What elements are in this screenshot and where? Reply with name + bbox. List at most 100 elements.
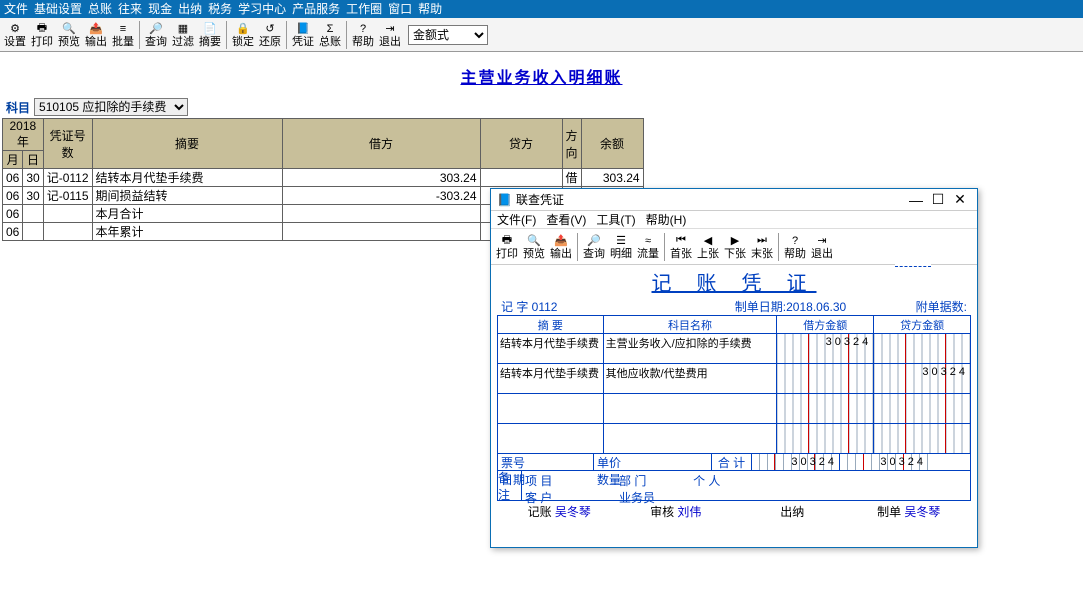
menu-item[interactable]: 出纳 [178, 2, 202, 16]
下张-button[interactable]: ▶下张 [722, 231, 748, 263]
还原-icon: ↺ [262, 22, 278, 36]
remark-label: 备注 [498, 471, 522, 500]
帮助-button[interactable]: ?帮助 [782, 231, 808, 263]
voucher-table: 摘 要 科目名称 借方金额 贷方金额 结转本月代垫手续费主营业务收入/应扣除的手… [497, 315, 971, 454]
toolbar-label: 还原 [259, 36, 281, 48]
toolbar-label: 预览 [58, 36, 80, 48]
style-combo[interactable]: 金额式 [408, 25, 488, 45]
sign-prep-value: 吴冬琴 [904, 505, 940, 519]
toolbar-label: 输出 [550, 248, 572, 260]
separator [577, 233, 578, 261]
流量-button[interactable]: ≈流量 [635, 231, 661, 263]
remark-person: 个 人 [693, 474, 720, 488]
voucher-no: 记 字 0112 [501, 298, 694, 315]
上张-icon: ◀ [700, 234, 716, 248]
打印-button[interactable]: 🖶打印 [29, 19, 55, 51]
锁定-button[interactable]: 🔒锁定 [230, 19, 256, 51]
menu-item[interactable]: 税务 [208, 2, 232, 16]
popup-menu-item[interactable]: 文件(F) [497, 213, 536, 227]
输出-button[interactable]: 📤输出 [83, 19, 109, 51]
vth-summary: 摘 要 [498, 316, 604, 334]
account-select[interactable]: 510105 应扣除的手续费 [34, 98, 188, 116]
col-vno: 凭证号数 [43, 119, 92, 169]
amount-cell [874, 424, 971, 454]
menu-item[interactable]: 学习中心 [238, 2, 286, 16]
menu-item[interactable]: 总账 [88, 2, 112, 16]
上张-button[interactable]: ◀上张 [695, 231, 721, 263]
vth-debit: 借方金额 [777, 316, 874, 334]
打印-button[interactable]: 🖶打印 [494, 231, 520, 263]
toolbar-label: 锁定 [232, 36, 254, 48]
popup-menubar[interactable]: 文件(F) 查看(V) 工具(T) 帮助(H) [491, 211, 977, 229]
查询-icon: 🔎 [586, 234, 602, 248]
末张-button[interactable]: ⏭末张 [749, 231, 775, 263]
总账-button[interactable]: Σ总账 [317, 19, 343, 51]
maximize-button[interactable]: ☐ [927, 191, 949, 208]
menu-item[interactable]: 产品服务 [292, 2, 340, 16]
预览-icon: 🔍 [526, 234, 542, 248]
voucher-row[interactable]: 结转本月代垫手续费主营业务收入/应扣除的手续费30324 [498, 334, 971, 364]
menu-item[interactable]: 工作圈 [346, 2, 382, 16]
批量-button[interactable]: ≡批量 [110, 19, 136, 51]
menu-item[interactable]: 往来 [118, 2, 142, 16]
还原-button[interactable]: ↺还原 [257, 19, 283, 51]
separator [778, 233, 779, 261]
main-menubar[interactable]: 文件基础设置总账往来现金出纳税务学习中心产品服务工作圈窗口帮助 [0, 0, 1083, 18]
amount-cell [777, 424, 874, 454]
toolbar-label: 末张 [751, 248, 773, 260]
separator [664, 233, 665, 261]
voucher-row[interactable] [498, 394, 971, 424]
toolbar-label: 退出 [811, 248, 833, 260]
amount-cell: 30324 [777, 334, 874, 364]
popup-menu-item[interactable]: 工具(T) [596, 213, 635, 227]
popup-titlebar[interactable]: 📘 联查凭证 — ☐ ✕ [491, 189, 977, 211]
voucher-row[interactable]: 结转本月代垫手续费其他应收款/代垫费用30324 [498, 364, 971, 394]
摘要-button[interactable]: 📄摘要 [197, 19, 223, 51]
过滤-button[interactable]: ▦过滤 [170, 19, 196, 51]
menu-item[interactable]: 基础设置 [34, 2, 82, 16]
查询-button[interactable]: 🔎查询 [143, 19, 169, 51]
close-button[interactable]: ✕ [949, 191, 971, 208]
锁定-icon: 🔒 [235, 22, 251, 36]
col-day: 日 [23, 151, 43, 169]
menu-item[interactable]: 文件 [4, 2, 28, 16]
minimize-button[interactable]: — [905, 192, 927, 208]
toolbar-label: 帮助 [784, 248, 806, 260]
menu-item[interactable]: 窗口 [388, 2, 412, 16]
设置-button[interactable]: ⚙设置 [2, 19, 28, 51]
popup-menu-item[interactable]: 查看(V) [546, 213, 586, 227]
帮助-button[interactable]: ?帮助 [350, 19, 376, 51]
流量-icon: ≈ [640, 234, 656, 248]
输出-button[interactable]: 📤输出 [548, 231, 574, 263]
vth-account: 科目名称 [603, 316, 777, 334]
退出-button[interactable]: ⇥退出 [809, 231, 835, 263]
toolbar-label: 上张 [697, 248, 719, 260]
toolbar-label: 查询 [145, 36, 167, 48]
book-icon: 📘 [497, 193, 512, 207]
toolbar-label: 退出 [379, 36, 401, 48]
退出-button[interactable]: ⇥退出 [377, 19, 403, 51]
批量-icon: ≡ [115, 22, 131, 36]
凭证-button[interactable]: 📘凭证 [290, 19, 316, 51]
预览-button[interactable]: 🔍预览 [56, 19, 82, 51]
明细-button[interactable]: ☰明细 [608, 231, 634, 263]
menu-item[interactable]: 帮助 [418, 2, 442, 16]
ledger-row[interactable]: 0630记-0112结转本月代垫手续费303.24借303.24 [3, 169, 644, 187]
popup-menu-item[interactable]: 帮助(H) [646, 213, 687, 227]
voucher-date: 制单日期:2018.06.30 [694, 298, 887, 315]
查询-icon: 🔎 [148, 22, 164, 36]
toolbar-label: 预览 [523, 248, 545, 260]
menu-item[interactable]: 现金 [148, 2, 172, 16]
voucher-popup: 📘 联查凭证 — ☐ ✕ 文件(F)查看(V)工具(T)帮助(H) 🖶打印🔍预览… [490, 188, 978, 548]
输出-icon: 📤 [553, 234, 569, 248]
toolbar-label: 打印 [31, 36, 53, 48]
foot-price: 单价 [597, 456, 621, 470]
查询-button[interactable]: 🔎查询 [581, 231, 607, 263]
toolbar-label: 流量 [637, 248, 659, 260]
末张-icon: ⏭ [754, 234, 770, 248]
voucher-row[interactable] [498, 424, 971, 454]
首张-button[interactable]: ⏮首张 [668, 231, 694, 263]
sign-cashier-label: 出纳 [780, 505, 804, 519]
separator [226, 21, 227, 49]
预览-button[interactable]: 🔍预览 [521, 231, 547, 263]
